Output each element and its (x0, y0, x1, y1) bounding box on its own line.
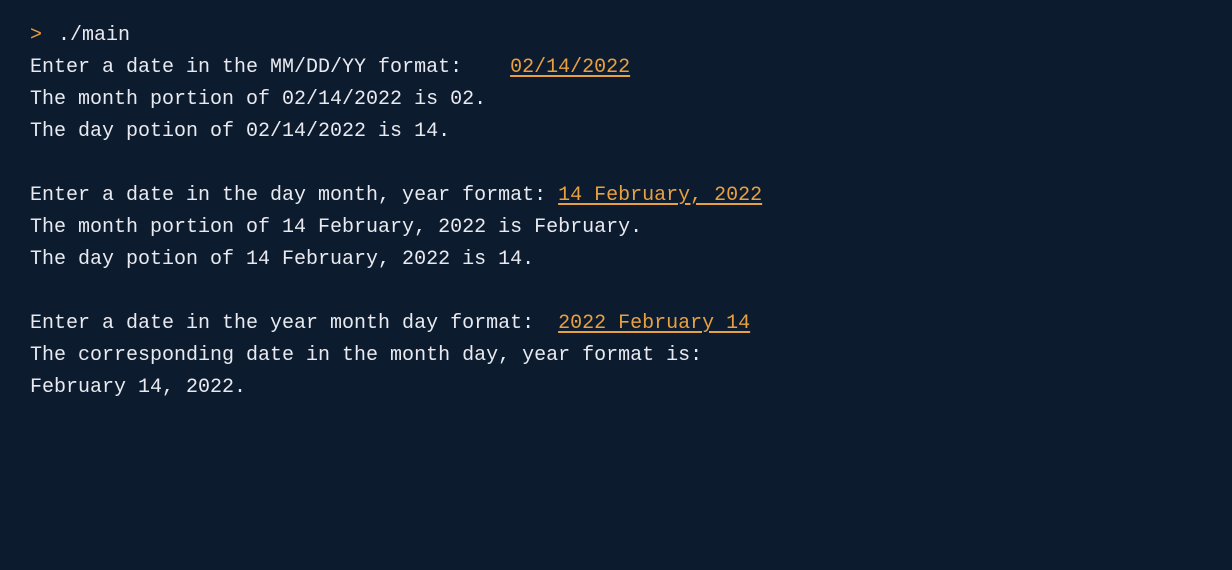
command-text: ./main (46, 20, 130, 52)
mmddyy-label: Enter a date in the MM/DD/YY format: (30, 52, 510, 84)
date-prompt-mmddyy: Enter a date in the MM/DD/YY format: 02/… (30, 52, 1202, 84)
month-portion-text-1: The month portion of 02/14/2022 is 02. (30, 84, 486, 116)
day-portion-mmddyy: The day potion of 02/14/2022 is 14. (30, 116, 1202, 148)
mmddyy-input: 02/14/2022 (510, 52, 630, 84)
date-prompt-ymd: Enter a date in the year month day forma… (30, 308, 1202, 340)
spacer-2 (30, 276, 1202, 308)
dmy-input: 14 February, 2022 (558, 180, 762, 212)
month-portion-mmddyy: The month portion of 02/14/2022 is 02. (30, 84, 1202, 116)
corresponding-date-label: The corresponding date in the month day,… (30, 340, 1202, 372)
corresponding-date-value: February 14, 2022. (30, 372, 1202, 404)
date-prompt-dmy: Enter a date in the day month, year form… (30, 180, 1202, 212)
corresponding-text: The corresponding date in the month day,… (30, 340, 702, 372)
day-portion-dmy: The day potion of 14 February, 2022 is 1… (30, 244, 1202, 276)
month-portion-text-2: The month portion of 14 February, 2022 i… (30, 212, 642, 244)
ymd-input: 2022 February 14 (558, 308, 750, 340)
day-portion-text-2: The day potion of 14 February, 2022 is 1… (30, 244, 534, 276)
spacer-1 (30, 148, 1202, 180)
terminal-window: > ./main Enter a date in the MM/DD/YY fo… (0, 0, 1232, 570)
dmy-label: Enter a date in the day month, year form… (30, 180, 558, 212)
day-portion-text-1: The day potion of 02/14/2022 is 14. (30, 116, 450, 148)
command-line: > ./main (30, 20, 1202, 52)
formatted-date: February 14, 2022. (30, 372, 246, 404)
month-portion-dmy: The month portion of 14 February, 2022 i… (30, 212, 1202, 244)
ymd-label: Enter a date in the year month day forma… (30, 308, 558, 340)
prompt-symbol: > (30, 20, 42, 52)
